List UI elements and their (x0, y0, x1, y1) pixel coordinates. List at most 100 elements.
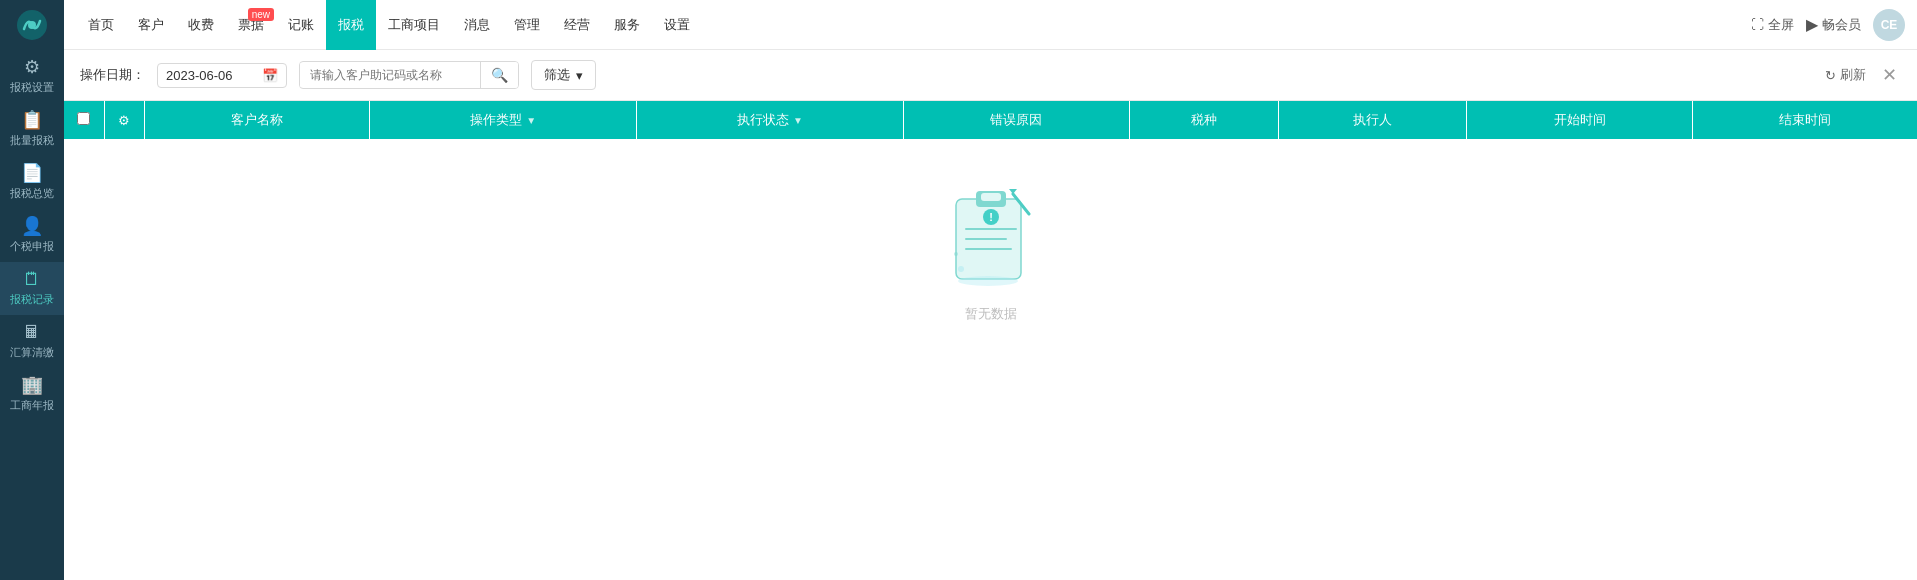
topnav-item-guanli[interactable]: 管理 (502, 0, 552, 50)
sidebar-icon-baoshuijilu: 🗒 (23, 270, 41, 288)
col-header-jieshuishijian: 结束时间 (1693, 101, 1917, 139)
close-button[interactable]: ✕ (1878, 64, 1901, 86)
col-label-caozuoleixing: 操作类型▼ (470, 112, 536, 127)
col-header-zhixingzhuangtai: 执行状态▼ (637, 101, 904, 139)
date-picker[interactable]: 📅 (157, 63, 287, 88)
toolbar: 操作日期： 📅 🔍 筛选 ▾ ↻ 刷新 (64, 50, 1917, 101)
app-logo[interactable] (0, 0, 64, 50)
topnav-item-piaoju[interactable]: 票据new (226, 0, 276, 50)
sidebar-icon-piliangbaoshui: 📋 (21, 111, 43, 129)
topnav-right: ⛶ 全屏 ▶ 畅会员 CE (1751, 9, 1905, 41)
topnav-label-baoshui: 报税 (338, 16, 364, 34)
calendar-icon: 📅 (262, 68, 278, 83)
topnav-label-shezhi: 设置 (664, 16, 690, 34)
sidebar-label-gongshangnianbao: 工商年报 (10, 398, 54, 413)
user-initials: CE (1881, 18, 1898, 32)
sidebar-label-baoshuishezhi: 报税设置 (10, 80, 54, 95)
data-table: ⚙ 客户名称 操作类型▼ 执行状态▼ 错误原因 税种 执行人 开始时间 结束时间 (64, 101, 1917, 363)
topnav-item-shezhi[interactable]: 设置 (652, 0, 702, 50)
topnav-label-fuwu: 服务 (614, 16, 640, 34)
search-wrap: 🔍 (299, 61, 519, 89)
svg-point-12 (958, 266, 964, 272)
col-label-zhixingren: 执行人 (1353, 112, 1392, 127)
col-label-zhixingzhuangtai: 执行状态▼ (737, 112, 803, 127)
sidebar-label-geshuishenbao: 个税申报 (10, 239, 54, 254)
refresh-icon: ↻ (1825, 68, 1836, 83)
refresh-button[interactable]: ↻ 刷新 (1825, 66, 1866, 84)
settings-icon[interactable]: ⚙ (118, 113, 130, 128)
sidebar: ⚙ 报税设置 📋批量报税 📄 报税总览 👤 个税申报 🗒 报税记录 🖩 汇算清缴 🏢工商年报 (0, 0, 64, 580)
topnav-label-xiaoxi: 消息 (464, 16, 490, 34)
col-label-cuowuyuanyin: 错误原因 (990, 112, 1042, 127)
svg-rect-4 (981, 193, 1001, 201)
select-all-checkbox[interactable] (77, 112, 90, 125)
sidebar-item-baoshuijilu[interactable]: 🗒 报税记录 (0, 262, 64, 315)
svg-point-1 (28, 21, 36, 29)
fullscreen-label: 全屏 (1768, 16, 1794, 34)
member-button[interactable]: ▶ 畅会员 (1806, 15, 1861, 34)
sidebar-icon-huisuanjiaoshu: 🖩 (23, 323, 41, 341)
search-button[interactable]: 🔍 (480, 62, 518, 88)
topnav-item-xiaoxi[interactable]: 消息 (452, 0, 502, 50)
svg-marker-11 (1009, 189, 1017, 194)
sidebar-item-gongshangnianbao[interactable]: 🏢工商年报 (0, 368, 64, 421)
search-input[interactable] (300, 63, 480, 87)
sidebar-icon-baoshuizonglan: 📄 (21, 164, 43, 182)
topnav-item-shouye[interactable]: 首页 (76, 0, 126, 50)
sidebar-icon-baoshuishezhi: ⚙ (24, 58, 40, 76)
topnav-label-shouye: 首页 (88, 16, 114, 34)
sidebar-item-baoshuizonglan[interactable]: 📄 报税总览 (0, 156, 64, 209)
main-area: 首页 客户 收费票据new 记账 报税 工商项目 消息 管理经营服务 设置 ⛶ 全屏 ▶ 畅会员… (64, 0, 1917, 580)
sidebar-item-geshuishenbao[interactable]: 👤 个税申报 (0, 209, 64, 262)
empty-state-row: ! (64, 139, 1917, 363)
topnav-item-fuwu[interactable]: 服务 (602, 0, 652, 50)
user-avatar[interactable]: CE (1873, 9, 1905, 41)
filter-chevron-icon: ▾ (576, 68, 583, 83)
topnav-item-gongshangxiangmu[interactable]: 工商项目 (376, 0, 452, 50)
sidebar-item-baoshuishezhi[interactable]: ⚙ 报税设置 (0, 50, 64, 103)
sidebar-item-piliangbaoshui[interactable]: 📋批量报税 (0, 103, 64, 156)
col-header-checkbox (64, 101, 104, 139)
topnav-item-baoshui[interactable]: 报税 (326, 0, 376, 50)
topnav-label-jizhang: 记账 (288, 16, 314, 34)
topnav-label-shouyi: 收费 (188, 16, 214, 34)
sidebar-icon-geshuishenbao: 👤 (21, 217, 43, 235)
empty-state: ! (64, 139, 1917, 363)
col-header-cuowuyuanyin: 错误原因 (903, 101, 1129, 139)
filter-icon-zhixingzhuangtai: ▼ (793, 115, 803, 126)
col-label-shuizhong: 税种 (1191, 112, 1217, 127)
table-wrap: ⚙ 客户名称 操作类型▼ 执行状态▼ 错误原因 税种 执行人 开始时间 结束时间 (64, 101, 1917, 580)
date-label: 操作日期： (80, 66, 145, 84)
sidebar-label-baoshuijilu: 报税记录 (10, 292, 54, 307)
svg-point-13 (954, 252, 958, 256)
svg-point-14 (958, 276, 1018, 286)
filter-icon-caozuoleixing: ▼ (526, 115, 536, 126)
date-input[interactable] (166, 68, 256, 83)
svg-text:!: ! (989, 211, 993, 223)
topnav-label-guanli: 管理 (514, 16, 540, 34)
member-label: 畅会员 (1822, 16, 1861, 34)
topnav-item-shouyi[interactable]: 收费 (176, 0, 226, 50)
topnav-item-jizhang[interactable]: 记账 (276, 0, 326, 50)
search-icon: 🔍 (491, 67, 508, 83)
col-header-kaishishijian: 开始时间 (1467, 101, 1693, 139)
col-header-shuizhong: 税种 (1129, 101, 1279, 139)
topnav-label-kehu: 客户 (138, 16, 164, 34)
col-label-kaishishijian: 开始时间 (1554, 112, 1606, 127)
sidebar-label-baoshuizonglan: 报税总览 (10, 186, 54, 201)
fullscreen-icon: ⛶ (1751, 17, 1764, 32)
empty-text: 暂无数据 (965, 305, 1017, 323)
topnav-item-jingying[interactable]: 经营 (552, 0, 602, 50)
col-label-jieshuishijian: 结束时间 (1779, 112, 1831, 127)
sidebar-item-huisuanjiaoshu[interactable]: 🖩 汇算清缴 (0, 315, 64, 368)
member-icon: ▶ (1806, 15, 1818, 34)
close-icon: ✕ (1882, 65, 1897, 85)
col-header-kehumingcheng: 客户名称 (144, 101, 370, 139)
fullscreen-button[interactable]: ⛶ 全屏 (1751, 16, 1794, 34)
col-header-caozuoleixing: 操作类型▼ (370, 101, 637, 139)
filter-button[interactable]: 筛选 ▾ (531, 60, 596, 90)
refresh-label: 刷新 (1840, 66, 1866, 84)
topnav-item-kehu[interactable]: 客户 (126, 0, 176, 50)
sidebar-label-huisuanjiaoshu: 汇算清缴 (10, 345, 54, 360)
topnav-label-gongshangxiangmu: 工商项目 (388, 16, 440, 34)
